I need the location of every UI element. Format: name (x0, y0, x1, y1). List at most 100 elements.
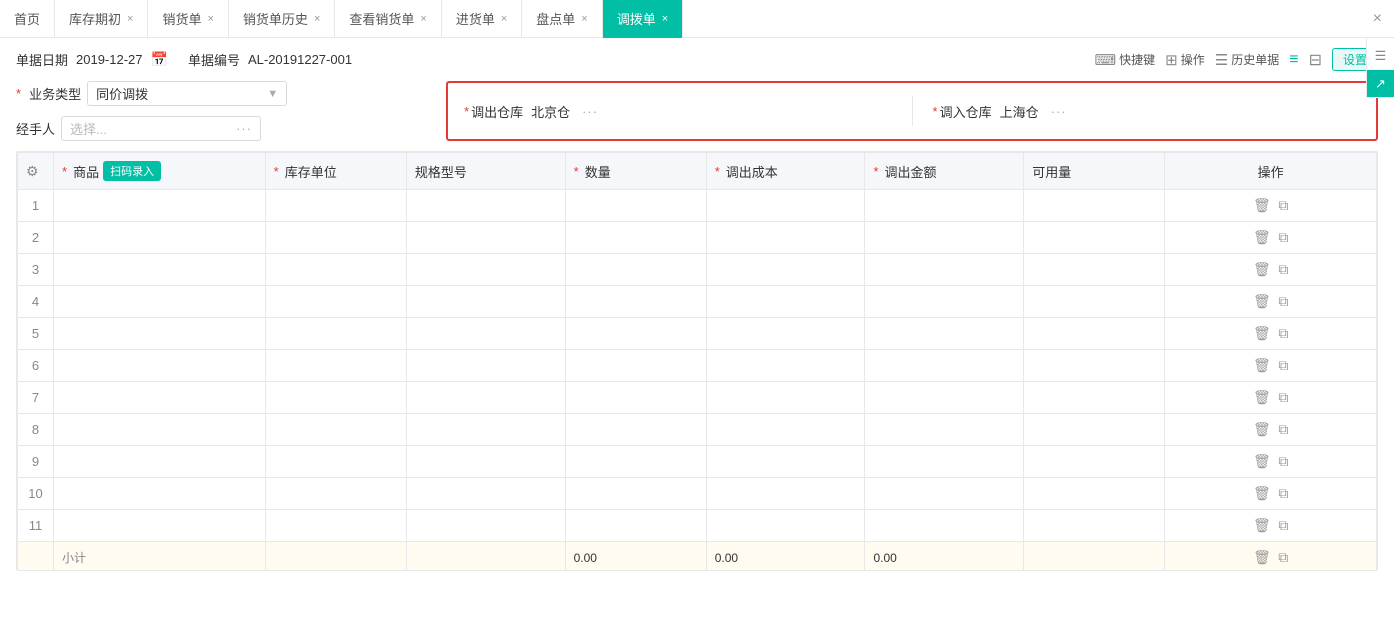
row-available-9[interactable] (1024, 446, 1165, 478)
row-cost-8[interactable] (706, 414, 865, 446)
row-goods-7[interactable] (54, 382, 266, 414)
row-qty-1[interactable] (565, 190, 706, 222)
row-available-1[interactable] (1024, 190, 1165, 222)
row-available-2[interactable] (1024, 222, 1165, 254)
row-qty-8[interactable] (565, 414, 706, 446)
delete-icon-8[interactable]: 🗑 (1253, 421, 1271, 437)
row-unit-9[interactable] (265, 446, 406, 478)
row-qty-11[interactable] (565, 510, 706, 542)
row-spec-9[interactable] (406, 446, 565, 478)
row-available-8[interactable] (1024, 414, 1165, 446)
business-type-select[interactable]: 同价调拨 ▼ (87, 81, 287, 106)
row-cost-9[interactable] (706, 446, 865, 478)
row-spec-1[interactable] (406, 190, 565, 222)
side-export-icon[interactable]: ↗ (1367, 70, 1394, 98)
copy-icon-3[interactable]: ⧉ (1278, 261, 1288, 277)
row-goods-11[interactable] (54, 510, 266, 542)
copy-icon-10[interactable]: ⧉ (1278, 485, 1288, 501)
row-available-4[interactable] (1024, 286, 1165, 318)
row-unit-6[interactable] (265, 350, 406, 382)
row-qty-10[interactable] (565, 478, 706, 510)
row-cost-7[interactable] (706, 382, 865, 414)
row-goods-9[interactable] (54, 446, 266, 478)
handler-more[interactable]: ··· (236, 121, 252, 136)
row-qty-6[interactable] (565, 350, 706, 382)
row-amount-11[interactable] (865, 510, 1024, 542)
row-amount-4[interactable] (865, 286, 1024, 318)
row-qty-4[interactable] (565, 286, 706, 318)
row-qty-3[interactable] (565, 254, 706, 286)
layout-icon-2[interactable]: ⊟ (1309, 50, 1322, 70)
row-available-3[interactable] (1024, 254, 1165, 286)
row-unit-4[interactable] (265, 286, 406, 318)
calendar-icon[interactable]: 📅 (151, 51, 168, 68)
row-available-10[interactable] (1024, 478, 1165, 510)
tab-sales-order-close[interactable]: × (207, 13, 213, 25)
side-notes-icon[interactable]: ☰ (1367, 42, 1394, 70)
row-cost-3[interactable] (706, 254, 865, 286)
row-cost-11[interactable] (706, 510, 865, 542)
handler-select[interactable]: 选择... ··· (61, 116, 261, 141)
row-amount-6[interactable] (865, 350, 1024, 382)
row-unit-10[interactable] (265, 478, 406, 510)
delete-icon-6[interactable]: 🗑 (1253, 357, 1271, 373)
row-goods-2[interactable] (54, 222, 266, 254)
tab-inventory-init[interactable]: 库存期初 × (55, 0, 148, 38)
tab-home[interactable]: 首页 (0, 0, 55, 38)
shortcuts-btn[interactable]: ⌨ 快捷键 (1095, 51, 1156, 69)
delete-icon-1[interactable]: 🗑 (1253, 197, 1271, 213)
row-cost-5[interactable] (706, 318, 865, 350)
row-cost-6[interactable] (706, 350, 865, 382)
row-spec-4[interactable] (406, 286, 565, 318)
copy-icon-5[interactable]: ⧉ (1278, 325, 1288, 341)
copy-icon-8[interactable]: ⧉ (1278, 421, 1288, 437)
row-unit-3[interactable] (265, 254, 406, 286)
tab-bar-close-button[interactable]: × (1373, 10, 1394, 28)
row-cost-1[interactable] (706, 190, 865, 222)
row-cost-2[interactable] (706, 222, 865, 254)
tab-inventory-init-close[interactable]: × (127, 13, 133, 25)
row-cost-10[interactable] (706, 478, 865, 510)
delete-icon-3[interactable]: 🗑 (1253, 261, 1271, 277)
th-gear[interactable]: ⚙ (18, 153, 54, 190)
tab-purchase-close[interactable]: × (501, 13, 507, 25)
row-unit-7[interactable] (265, 382, 406, 414)
tab-view-sales-close[interactable]: × (420, 13, 426, 25)
subtotal-delete-icon[interactable]: 🗑 (1253, 549, 1271, 565)
row-amount-8[interactable] (865, 414, 1024, 446)
layout-icon-1[interactable]: ≡ (1289, 51, 1298, 69)
row-spec-8[interactable] (406, 414, 565, 446)
delete-icon-10[interactable]: 🗑 (1253, 485, 1271, 501)
copy-icon-11[interactable]: ⧉ (1278, 517, 1288, 533)
delete-icon-2[interactable]: 🗑 (1253, 229, 1271, 245)
tab-transfer-close[interactable]: × (662, 13, 668, 25)
row-available-11[interactable] (1024, 510, 1165, 542)
row-spec-7[interactable] (406, 382, 565, 414)
row-spec-3[interactable] (406, 254, 565, 286)
row-goods-10[interactable] (54, 478, 266, 510)
copy-icon-6[interactable]: ⧉ (1278, 357, 1288, 373)
row-spec-5[interactable] (406, 318, 565, 350)
copy-icon-1[interactable]: ⧉ (1278, 197, 1288, 213)
row-qty-5[interactable] (565, 318, 706, 350)
row-amount-9[interactable] (865, 446, 1024, 478)
row-amount-10[interactable] (865, 478, 1024, 510)
row-qty-9[interactable] (565, 446, 706, 478)
row-spec-10[interactable] (406, 478, 565, 510)
delete-icon-4[interactable]: 🗑 (1253, 293, 1271, 309)
row-amount-5[interactable] (865, 318, 1024, 350)
tab-sales-history[interactable]: 销货单历史 × (229, 0, 335, 38)
row-qty-7[interactable] (565, 382, 706, 414)
row-cost-4[interactable] (706, 286, 865, 318)
row-goods-1[interactable] (54, 190, 266, 222)
delete-icon-11[interactable]: 🗑 (1253, 517, 1271, 533)
row-goods-4[interactable] (54, 286, 266, 318)
row-unit-5[interactable] (265, 318, 406, 350)
row-goods-8[interactable] (54, 414, 266, 446)
row-amount-1[interactable] (865, 190, 1024, 222)
row-available-6[interactable] (1024, 350, 1165, 382)
row-spec-2[interactable] (406, 222, 565, 254)
row-goods-3[interactable] (54, 254, 266, 286)
row-available-5[interactable] (1024, 318, 1165, 350)
row-unit-1[interactable] (265, 190, 406, 222)
